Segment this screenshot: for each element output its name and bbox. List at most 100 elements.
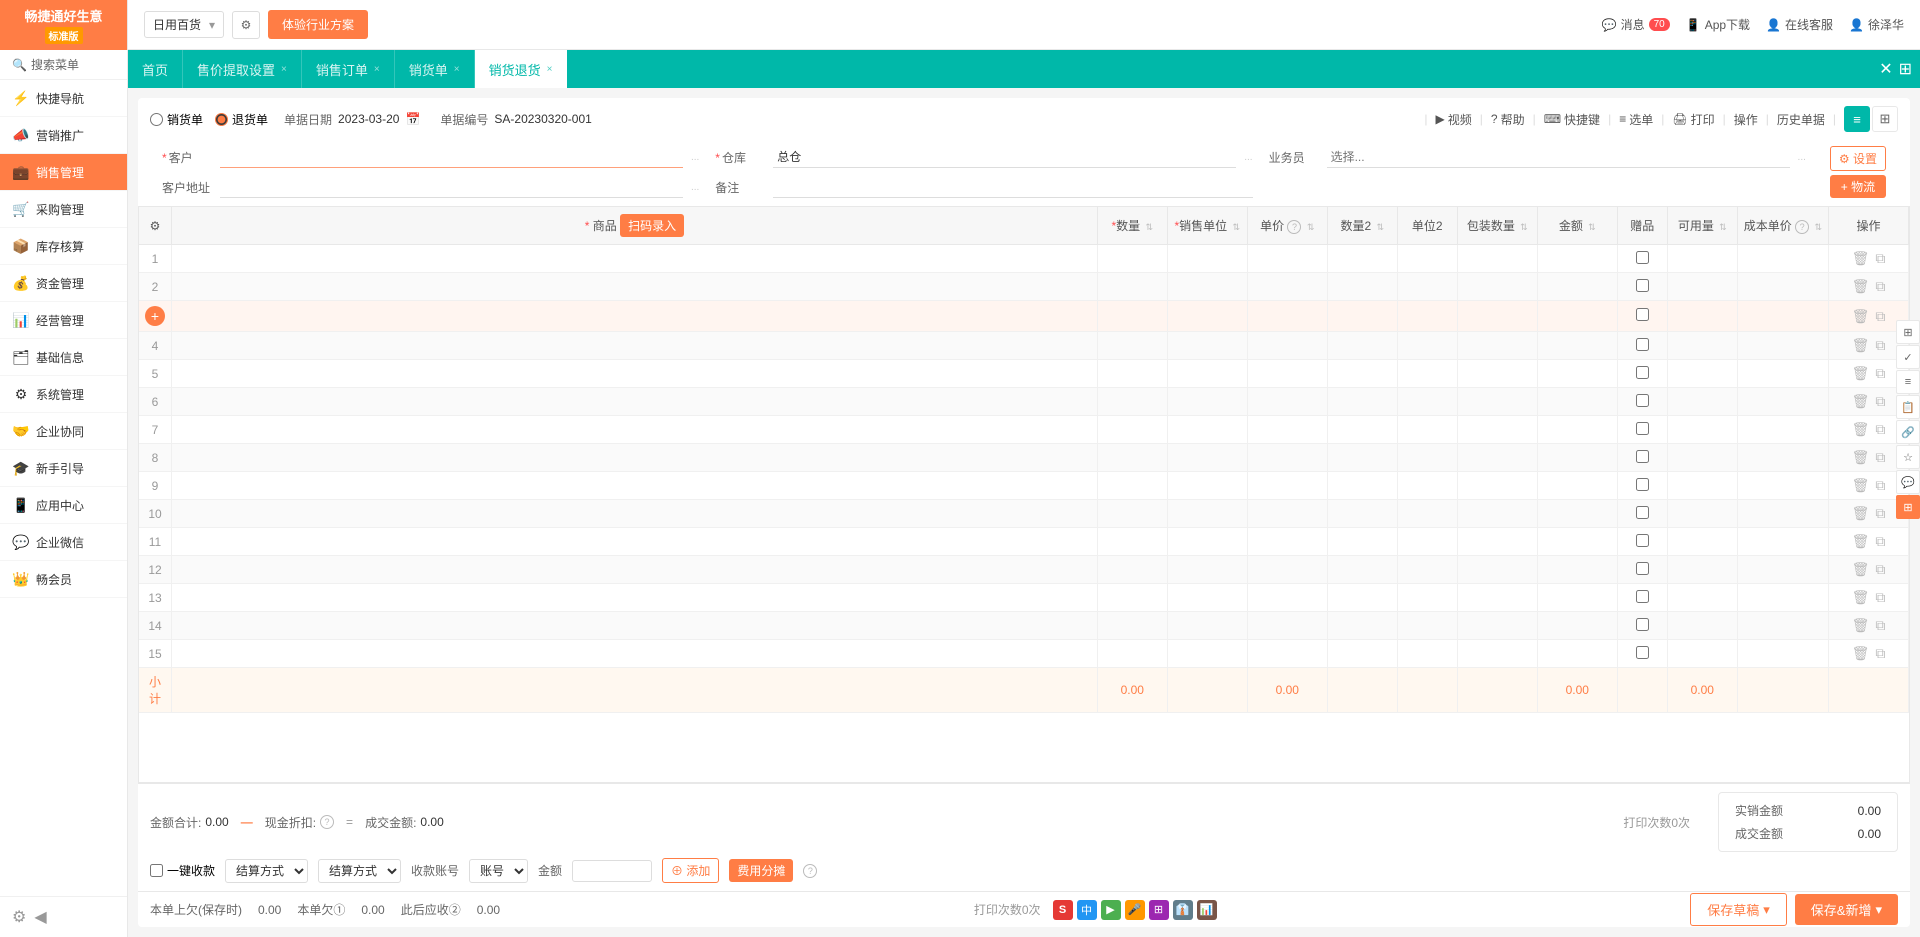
quantity-cell[interactable] [1097, 245, 1167, 273]
sidebar-item-marketing[interactable]: 📣 营销推广 [0, 117, 127, 154]
row-delete-icon[interactable]: 🗑 [1852, 533, 1870, 550]
salesperson-input[interactable] [1327, 147, 1790, 168]
cost-price-cell[interactable] [1737, 472, 1828, 500]
action-print[interactable]: 🖨 打印 [1672, 111, 1714, 128]
pack-qty-cell[interactable] [1457, 388, 1537, 416]
unit2-cell[interactable] [1397, 360, 1457, 388]
amount-cell[interactable] [1537, 640, 1617, 668]
cost-price-cell[interactable] [1737, 556, 1828, 584]
row-copy-icon[interactable]: ⧉ [1875, 250, 1885, 267]
unit2-cell[interactable] [1397, 332, 1457, 360]
sys-icon-3[interactable]: ▶ [1101, 900, 1121, 920]
discount-help-icon[interactable]: ? [320, 815, 334, 829]
gift-checkbox[interactable] [1636, 308, 1649, 321]
qty2-cell[interactable] [1327, 612, 1397, 640]
product-cell[interactable] [172, 360, 1098, 388]
available-cell[interactable] [1667, 528, 1737, 556]
product-cell[interactable] [172, 640, 1098, 668]
save-new-button[interactable]: 保存&新增 ▾ [1795, 894, 1898, 925]
radio-sale[interactable]: 销货单 [150, 111, 203, 128]
quantity-cell[interactable] [1097, 416, 1167, 444]
product-cell[interactable] [172, 416, 1098, 444]
unit2-cell[interactable] [1397, 612, 1457, 640]
row-delete-icon[interactable]: 🗑 [1852, 393, 1870, 410]
pack-qty-cell[interactable] [1457, 500, 1537, 528]
tab-close-icon[interactable]: × [281, 64, 287, 75]
quantity-cell[interactable] [1097, 612, 1167, 640]
sys-icon-1[interactable]: S [1053, 900, 1073, 920]
available-cell[interactable] [1667, 301, 1737, 332]
quantity-cell[interactable] [1097, 388, 1167, 416]
sort-amount-icon[interactable]: ⇅ [1588, 222, 1596, 232]
row-copy-icon[interactable]: ⧉ [1875, 278, 1885, 295]
row-delete-icon[interactable]: 🗑 [1852, 365, 1870, 382]
calc-method-select[interactable]: 结算方式 [318, 859, 401, 883]
tab-sale-goods[interactable]: 销货单 × [395, 50, 475, 88]
row-delete-icon[interactable]: 🗑 [1852, 250, 1870, 267]
price-cell[interactable] [1247, 528, 1327, 556]
cost-price-cell[interactable] [1737, 245, 1828, 273]
qty2-cell[interactable] [1327, 528, 1397, 556]
amount-cell[interactable] [1537, 612, 1617, 640]
customer-input[interactable] [220, 147, 683, 168]
app-download-item[interactable]: 📱 App下载 [1686, 16, 1750, 33]
col-settings[interactable]: ⚙ [139, 207, 172, 245]
pack-qty-cell[interactable] [1457, 273, 1537, 301]
radio-return-input[interactable] [215, 113, 228, 126]
unit2-cell[interactable] [1397, 500, 1457, 528]
gift-cell[interactable] [1617, 273, 1667, 301]
action-history[interactable]: 历史单据 [1777, 111, 1825, 128]
sys-icon-4[interactable]: 🎤 [1125, 900, 1145, 920]
tab-close-all-icon[interactable]: ✕ [1879, 59, 1892, 79]
sale-unit-cell[interactable] [1167, 444, 1247, 472]
gift-checkbox[interactable] [1636, 618, 1649, 631]
pack-qty-cell[interactable] [1457, 528, 1537, 556]
cost-price-cell[interactable] [1737, 273, 1828, 301]
available-cell[interactable] [1667, 500, 1737, 528]
sort-packqty-icon[interactable]: ⇅ [1520, 222, 1528, 232]
minus-icon[interactable]: — [241, 815, 253, 829]
gift-checkbox[interactable] [1636, 394, 1649, 407]
product-input[interactable] [178, 367, 1091, 381]
sale-unit-cell[interactable] [1167, 500, 1247, 528]
sidebar-item-apps[interactable]: 📱 应用中心 [0, 487, 127, 524]
amount-cell[interactable] [1537, 245, 1617, 273]
warehouse-dots[interactable]: ... [1244, 152, 1252, 163]
gift-checkbox[interactable] [1636, 422, 1649, 435]
amount-cell[interactable] [1537, 360, 1617, 388]
radio-sale-input[interactable] [150, 113, 163, 126]
header-settings-btn[interactable]: ⚙ [232, 11, 260, 39]
unit2-cell[interactable] [1397, 416, 1457, 444]
amount-cell[interactable] [1537, 472, 1617, 500]
gift-cell[interactable] [1617, 584, 1667, 612]
row-copy-icon[interactable]: ⧉ [1875, 337, 1885, 354]
unit2-cell[interactable] [1397, 301, 1457, 332]
cost-price-cell[interactable] [1737, 416, 1828, 444]
amount-cell[interactable] [1537, 584, 1617, 612]
sidebar-item-purchase[interactable]: 🛒 采购管理 [0, 191, 127, 228]
unit2-cell[interactable] [1397, 273, 1457, 301]
quantity-cell[interactable] [1097, 332, 1167, 360]
scan-input-button[interactable]: 扫码录入 [620, 214, 684, 237]
sale-unit-cell[interactable] [1167, 612, 1247, 640]
sort-qty2-icon[interactable]: ⇅ [1377, 222, 1385, 232]
gift-cell[interactable] [1617, 332, 1667, 360]
cost-price-cell[interactable] [1737, 500, 1828, 528]
product-input[interactable] [178, 479, 1091, 493]
sale-unit-cell[interactable] [1167, 273, 1247, 301]
sys-icon-5[interactable]: ⊞ [1149, 900, 1169, 920]
gift-cell[interactable] [1617, 360, 1667, 388]
gift-checkbox[interactable] [1636, 338, 1649, 351]
gift-cell[interactable] [1617, 245, 1667, 273]
row-copy-icon[interactable]: ⧉ [1875, 589, 1885, 606]
row-copy-icon[interactable]: ⧉ [1875, 477, 1885, 494]
tab-close-icon[interactable]: × [374, 64, 380, 75]
product-input[interactable] [178, 252, 1091, 266]
cost-price-cell[interactable] [1737, 584, 1828, 612]
amount-cell[interactable] [1537, 332, 1617, 360]
gift-checkbox[interactable] [1636, 534, 1649, 547]
row-delete-icon[interactable]: 🗑 [1852, 645, 1870, 662]
qty2-cell[interactable] [1327, 245, 1397, 273]
product-input[interactable] [178, 395, 1091, 409]
qty2-cell[interactable] [1327, 360, 1397, 388]
